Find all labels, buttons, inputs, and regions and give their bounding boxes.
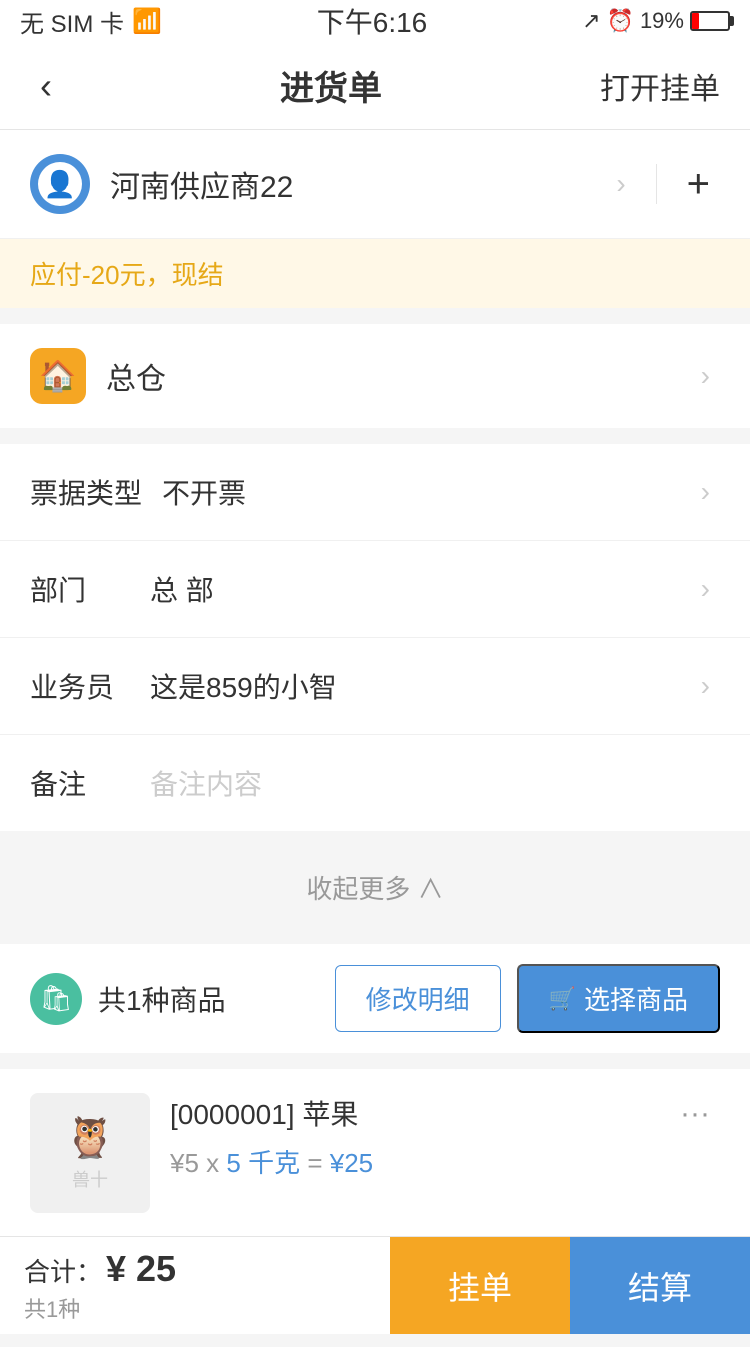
salesperson-chevron-icon: › bbox=[701, 670, 710, 702]
product-unit: 千克 bbox=[248, 1148, 300, 1178]
form-section: 票据类型 不开票 › 部门 总 部 › 业务员 这是859的小智 › 备注 备注… bbox=[0, 444, 750, 831]
pending-button[interactable]: 挂单 bbox=[390, 1237, 570, 1334]
notice-bar: 应付-20元，现结 bbox=[0, 239, 750, 308]
department-row[interactable]: 部门 总 部 › bbox=[0, 541, 750, 638]
bottom-bar: 合计： ¥ 25 共1种 挂单 结算 bbox=[0, 1236, 750, 1334]
total-section: 合计： ¥ 25 共1种 bbox=[0, 1237, 390, 1334]
product-code: [0000001] bbox=[170, 1099, 295, 1130]
open-pending-button[interactable]: 打开挂单 bbox=[600, 64, 720, 108]
select-product-button[interactable]: 🛒 选择商品 bbox=[517, 964, 720, 1033]
product-title: 苹果 bbox=[302, 1099, 358, 1130]
location-icon: ↗ bbox=[582, 8, 600, 34]
status-left: 无 SIM 卡 📶 bbox=[20, 4, 162, 39]
supplier-row[interactable]: 👤 河南供应商22 › + bbox=[0, 130, 750, 239]
total-label: 合计： bbox=[24, 1252, 102, 1289]
notice-text: 应付-20元，现结 bbox=[30, 260, 224, 290]
warehouse-icon: 🏠 bbox=[30, 348, 86, 404]
remark-label: 备注 bbox=[30, 763, 130, 803]
warehouse-section[interactable]: 🏠 总仓 › bbox=[0, 324, 750, 428]
product-total: ¥25 bbox=[330, 1148, 373, 1178]
carrier-label: 无 SIM 卡 bbox=[20, 4, 124, 39]
invoice-type-chevron-icon: › bbox=[701, 476, 710, 508]
checkout-button[interactable]: 结算 bbox=[570, 1237, 750, 1334]
product-formula: ¥5 x 5 千克 = ¥25 bbox=[170, 1143, 670, 1180]
invoice-type-value: 不开票 bbox=[142, 472, 701, 512]
avatar-icon: 👤 bbox=[44, 169, 76, 200]
formula-eq: = bbox=[307, 1148, 329, 1178]
supplier-section: 👤 河南供应商22 › + 应付-20元，现结 bbox=[0, 130, 750, 308]
modify-detail-button[interactable]: 修改明细 bbox=[335, 965, 501, 1032]
product-icon: 🛍 bbox=[30, 973, 82, 1025]
product-info: [0000001] 苹果 ¥5 x 5 千克 = ¥25 bbox=[170, 1093, 670, 1180]
time-label: 下午6:16 bbox=[317, 1, 428, 41]
product-toolbar: 🛍 共1种商品 修改明细 🛒 选择商品 bbox=[0, 944, 750, 1053]
product-price: ¥5 bbox=[170, 1148, 199, 1178]
invoice-type-label: 票据类型 bbox=[30, 472, 142, 512]
status-right: ↗ ⏰ 19% bbox=[582, 8, 730, 34]
total-row: 合计： ¥ 25 bbox=[24, 1248, 366, 1290]
product-quantity: 5 bbox=[226, 1148, 240, 1178]
product-menu-button[interactable]: ··· bbox=[670, 1093, 720, 1135]
product-count-label: 共1种商品 bbox=[98, 979, 335, 1019]
formula-x: x bbox=[206, 1148, 226, 1178]
total-count: 共1种 bbox=[24, 1292, 366, 1324]
select-product-label: 选择商品 bbox=[584, 980, 688, 1017]
salesperson-value: 这是859的小智 bbox=[130, 666, 701, 706]
back-button[interactable]: ‹ bbox=[30, 55, 62, 117]
divider bbox=[656, 164, 657, 204]
collapse-label: 收起更多 ∧ bbox=[306, 874, 443, 904]
main-content: 👤 河南供应商22 › + 应付-20元，现结 🏠 总仓 › 票据类型 不开票 … bbox=[0, 130, 750, 1347]
alarm-icon: ⏰ bbox=[607, 8, 634, 34]
owl-text: 兽十 bbox=[72, 1170, 108, 1190]
bag-icon: 🛍 bbox=[39, 983, 72, 1014]
product-name: [0000001] 苹果 bbox=[170, 1093, 670, 1133]
department-value: 总 部 bbox=[130, 569, 701, 609]
total-amount: ¥ 25 bbox=[106, 1248, 176, 1290]
collapse-bar[interactable]: 收起更多 ∧ bbox=[0, 847, 750, 928]
salesperson-label: 业务员 bbox=[30, 666, 130, 706]
warehouse-chevron-icon: › bbox=[701, 360, 710, 392]
product-item: 🦉 兽十 [0000001] 苹果 ¥5 x 5 千克 = ¥25 ··· bbox=[0, 1069, 750, 1237]
status-bar: 无 SIM 卡 📶 下午6:16 ↗ ⏰ 19% bbox=[0, 0, 750, 42]
home-icon: 🏠 bbox=[39, 359, 76, 394]
product-thumb-content: 🦉 兽十 bbox=[65, 1114, 115, 1193]
remark-row[interactable]: 备注 备注内容 bbox=[0, 735, 750, 831]
cart-icon: 🛒 bbox=[549, 986, 576, 1012]
battery-percent: 19% bbox=[640, 8, 684, 34]
warehouse-name: 总仓 bbox=[106, 354, 701, 398]
nav-bar: ‹ 进货单 打开挂单 bbox=[0, 42, 750, 130]
supplier-chevron-icon: › bbox=[616, 168, 625, 200]
product-thumbnail: 🦉 兽十 bbox=[30, 1093, 150, 1213]
supplier-avatar: 👤 bbox=[30, 154, 90, 214]
battery-icon bbox=[690, 11, 730, 31]
supplier-name: 河南供应商22 bbox=[110, 162, 616, 206]
invoice-type-row[interactable]: 票据类型 不开票 › bbox=[0, 444, 750, 541]
department-chevron-icon: › bbox=[701, 573, 710, 605]
owl-icon: 🦉 bbox=[65, 1114, 115, 1161]
salesperson-row[interactable]: 业务员 这是859的小智 › bbox=[0, 638, 750, 735]
wifi-icon: 📶 bbox=[132, 7, 162, 36]
remark-placeholder[interactable]: 备注内容 bbox=[130, 763, 720, 803]
add-button[interactable]: + bbox=[677, 162, 720, 207]
page-title: 进货单 bbox=[280, 61, 382, 110]
department-label: 部门 bbox=[30, 569, 130, 609]
